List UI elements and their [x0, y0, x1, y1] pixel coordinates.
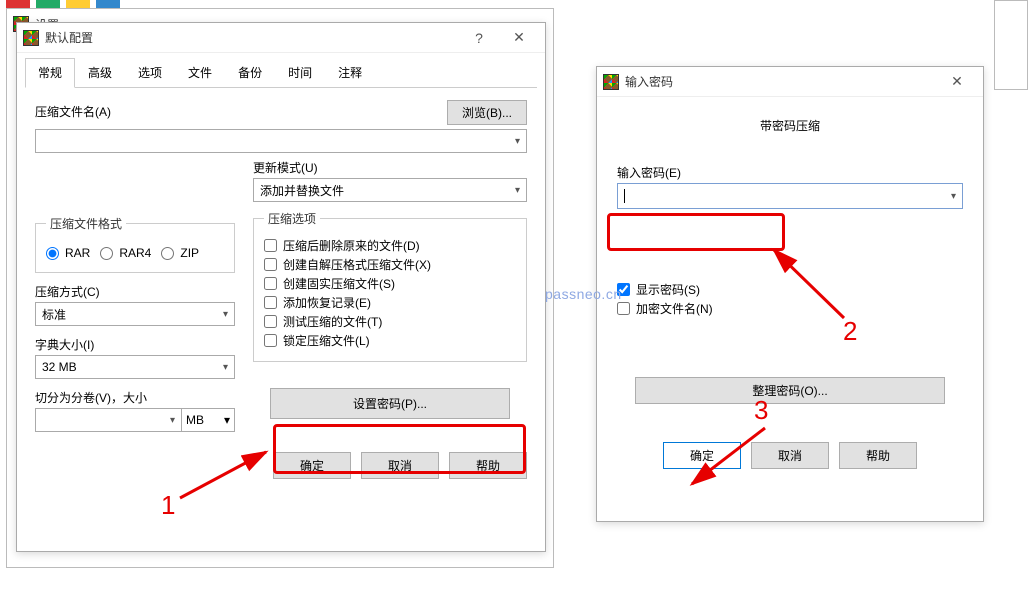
dlg2-title: 输入密码 — [625, 73, 937, 90]
help-icon[interactable]: ? — [459, 24, 499, 52]
winrar-icon — [23, 30, 39, 46]
dlg1-body: 压缩文件名(A) 浏览(B)... ▾ 压缩文件格式 RAR RAR4 ZIP — [17, 88, 545, 444]
update-mode-value: 添加并替换文件 — [260, 182, 344, 199]
dlg1-cancel-button[interactable]: 取消 — [361, 452, 439, 479]
watermark: passneo.cn — [545, 286, 622, 302]
update-mode-label: 更新模式(U) — [253, 159, 527, 176]
opt-recovery[interactable]: 添加恢复记录(E) — [264, 294, 516, 311]
password-label: 输入密码(E) — [617, 164, 963, 181]
dlg1-tabs: 常规 高级 选项 文件 备份 时间 注释 — [25, 57, 537, 88]
format-zip[interactable]: ZIP — [161, 246, 199, 260]
tab-options[interactable]: 选项 — [125, 58, 175, 88]
text-cursor — [624, 189, 625, 203]
chevron-down-icon: ▾ — [223, 309, 228, 320]
options-legend: 压缩选项 — [264, 210, 320, 227]
archive-name-label: 压缩文件名(A) — [35, 103, 439, 120]
dlg2-help-button[interactable]: 帮助 — [839, 442, 917, 469]
password-input[interactable]: ▾ — [617, 183, 963, 209]
chevron-down-icon: ▾ — [223, 362, 228, 373]
encrypt-names-checkbox[interactable]: 加密文件名(N) — [617, 300, 963, 317]
split-unit-combo[interactable]: MB ▾ — [181, 408, 235, 432]
opt-solid[interactable]: 创建固实压缩文件(S) — [264, 275, 516, 292]
winrar-icon — [603, 74, 619, 90]
dlg2-ok-button[interactable]: 确定 — [663, 442, 741, 469]
format-rar4[interactable]: RAR4 — [100, 246, 151, 260]
opt-delete-after[interactable]: 压缩后删除原来的文件(D) — [264, 237, 516, 254]
split-unit-value: MB — [186, 413, 204, 427]
format-rar[interactable]: RAR — [46, 246, 90, 260]
chevron-down-icon: ▾ — [515, 185, 520, 196]
dlg2-bottom-buttons: 确定 取消 帮助 — [597, 436, 983, 485]
format-fieldset: 压缩文件格式 RAR RAR4 ZIP — [35, 215, 235, 273]
dlg2-titlebar: 输入密码 ✕ — [597, 67, 983, 97]
set-password-button[interactable]: 设置密码(P)... — [270, 388, 510, 419]
close-icon[interactable]: ✕ — [937, 68, 977, 96]
dlg2-cancel-button[interactable]: 取消 — [751, 442, 829, 469]
dlg2-section: 带密码压缩 — [617, 117, 963, 134]
update-mode-combo[interactable]: 添加并替换文件 ▾ — [253, 178, 527, 202]
method-label: 压缩方式(C) — [35, 283, 235, 300]
opt-sfx[interactable]: 创建自解压格式压缩文件(X) — [264, 256, 516, 273]
tab-time[interactable]: 时间 — [275, 58, 325, 88]
browse-button[interactable]: 浏览(B)... — [447, 100, 527, 125]
show-password-checkbox[interactable]: 显示密码(S) — [617, 281, 963, 298]
dlg1-title: 默认配置 — [45, 29, 459, 46]
close-icon[interactable]: ✕ — [499, 24, 539, 52]
format-legend: 压缩文件格式 — [46, 215, 126, 232]
enter-password-dialog: 输入密码 ✕ 带密码压缩 输入密码(E) ▾ 显示密码(S) 加密文件名(N) … — [596, 66, 984, 522]
tab-comment[interactable]: 注释 — [325, 58, 375, 88]
opt-test[interactable]: 测试压缩的文件(T) — [264, 313, 516, 330]
dlg2-body: 带密码压缩 输入密码(E) ▾ 显示密码(S) 加密文件名(N) 整理密码(O)… — [597, 97, 983, 436]
dict-value: 32 MB — [42, 360, 77, 374]
chevron-down-icon: ▾ — [170, 415, 175, 426]
tab-files[interactable]: 文件 — [175, 58, 225, 88]
tab-advanced[interactable]: 高级 — [75, 58, 125, 88]
dlg1-help-button[interactable]: 帮助 — [449, 452, 527, 479]
dlg1-titlebar: 默认配置 ? ✕ — [17, 23, 545, 53]
archive-name-combo[interactable]: ▾ — [35, 129, 527, 153]
dict-combo[interactable]: 32 MB ▾ — [35, 355, 235, 379]
chevron-down-icon: ▾ — [224, 413, 230, 427]
split-label: 切分为分卷(V)，大小 — [35, 389, 235, 406]
method-value: 标准 — [42, 306, 66, 323]
tab-general[interactable]: 常规 — [25, 58, 75, 88]
tab-backup[interactable]: 备份 — [225, 58, 275, 88]
default-profile-dialog: 默认配置 ? ✕ 常规 高级 选项 文件 备份 时间 注释 压缩文件名(A) 浏… — [16, 22, 546, 552]
dict-label: 字典大小(I) — [35, 336, 235, 353]
options-fieldset: 压缩选项 压缩后删除原来的文件(D) 创建自解压格式压缩文件(X) 创建固实压缩… — [253, 210, 527, 362]
chevron-down-icon: ▾ — [515, 136, 520, 147]
split-size-combo[interactable]: ▾ — [35, 408, 181, 432]
manage-passwords-button[interactable]: 整理密码(O)... — [635, 377, 945, 404]
ghost-window-right — [994, 0, 1028, 90]
method-combo[interactable]: 标准 ▾ — [35, 302, 235, 326]
dlg1-ok-button[interactable]: 确定 — [273, 452, 351, 479]
chevron-down-icon: ▾ — [951, 191, 956, 202]
dlg1-bottom-buttons: 确定 取消 帮助 — [17, 444, 545, 493]
opt-lock[interactable]: 锁定压缩文件(L) — [264, 332, 516, 349]
